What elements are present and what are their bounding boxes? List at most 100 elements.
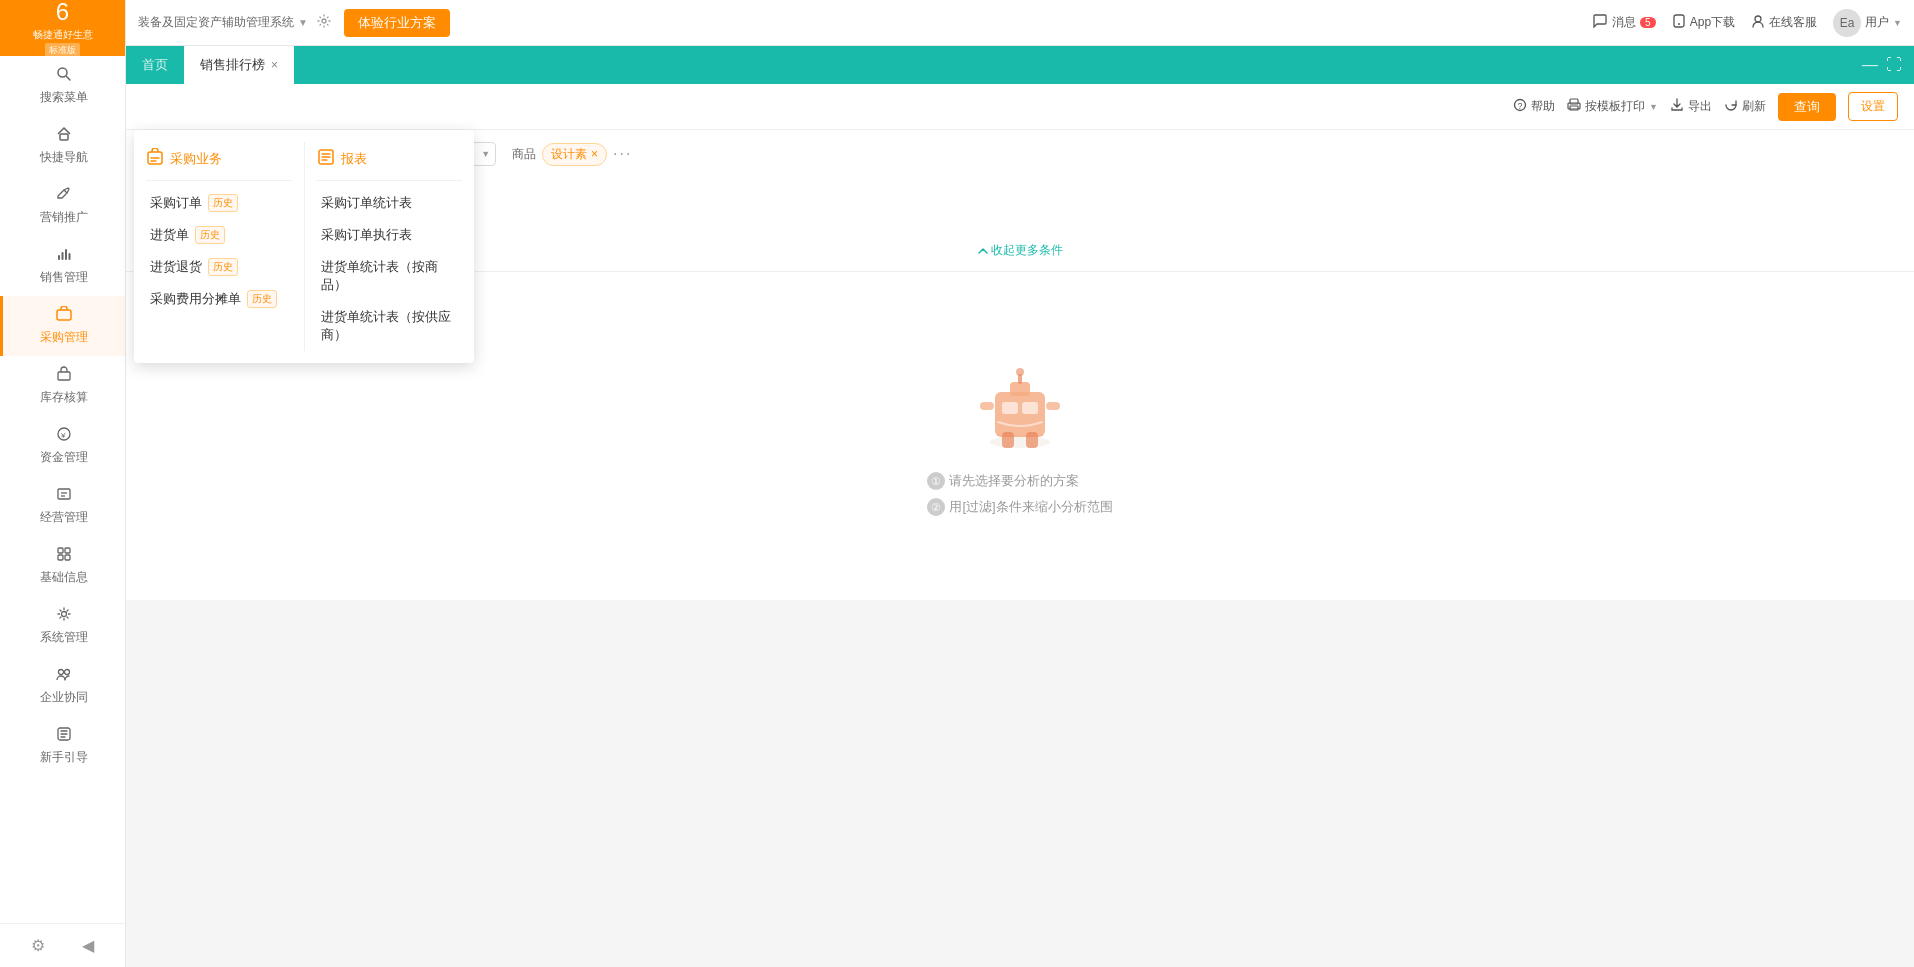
solution-button[interactable]: 体验行业方案 [344, 9, 450, 37]
sidebar-item-quicknav[interactable]: 快捷导航 [0, 116, 125, 176]
purchase-col-title: 采购业务 [170, 150, 222, 168]
purchase-col-header: 采购业务 [146, 142, 292, 181]
sidebar-item-enterprise[interactable]: 企业协同 [0, 656, 125, 716]
message-icon [1592, 13, 1608, 32]
help-icon: ? [1513, 98, 1527, 115]
refresh-btn[interactable]: 刷新 [1724, 98, 1766, 115]
svg-rect-30 [1570, 106, 1578, 110]
svg-rect-14 [58, 548, 63, 553]
user-label: 用户 [1865, 14, 1889, 31]
sidebar-item-label: 销售管理 [40, 269, 88, 286]
svg-line-1 [67, 77, 71, 81]
sidebar-item-operations[interactable]: 经营管理 [0, 476, 125, 536]
menu-item-incoming[interactable]: 进货单 历史 [146, 219, 292, 251]
tab-close-icon[interactable]: × [271, 58, 278, 72]
search-nav-icon [56, 66, 72, 86]
export-btn[interactable]: 导出 [1670, 98, 1712, 115]
svg-rect-11 [58, 489, 70, 499]
toolbar: ? 帮助 按模板打印 ▼ 导出 刷新 查询 设置 [126, 84, 1914, 130]
system-title-area[interactable]: 装备及固定资产辅助管理系统 ▼ [138, 14, 308, 31]
reports-col-header: 报表 [317, 142, 463, 181]
sidebar-item-basic[interactable]: 基础信息 [0, 536, 125, 596]
sidebar-item-label: 营销推广 [40, 209, 88, 226]
sidebar-item-newbie[interactable]: 新手引导 [0, 716, 125, 776]
svg-rect-7 [57, 310, 71, 320]
svg-text:?: ? [1518, 101, 1523, 111]
svg-point-24 [1678, 23, 1680, 25]
goods-more-btn[interactable]: ··· [613, 145, 632, 163]
goods-label: 商品 [512, 146, 536, 163]
svg-rect-8 [58, 372, 70, 380]
purchase-business-col: 采购业务 采购订单 历史 进货单 历史 进货退货 历史 采购费用分摊单 历史 [134, 142, 304, 351]
svg-rect-32 [995, 392, 1045, 437]
sidebar-item-finance[interactable]: ¥ 资金管理 [0, 416, 125, 476]
sidebar-item-sales[interactable]: 销售管理 [0, 236, 125, 296]
tab-actions: — ⛶ [1862, 56, 1914, 74]
menu-item-purchase-order[interactable]: 采购订单 历史 [146, 187, 292, 219]
settings-button[interactable]: 设置 [1848, 92, 1898, 121]
print-icon [1567, 98, 1581, 115]
message-btn[interactable]: 消息 5 [1592, 13, 1656, 32]
reports-col: 报表 采购订单统计表 采购订单执行表 进货单统计表（按商品） 进货单统计表（按供… [304, 142, 475, 351]
menu-item-expense[interactable]: 采购费用分摊单 历史 [146, 283, 292, 315]
svg-point-31 [990, 436, 1050, 448]
query-button[interactable]: 查询 [1778, 93, 1836, 121]
enterprise-icon [56, 666, 72, 686]
svg-rect-41 [1026, 432, 1038, 448]
sidebar-logo: 6 畅捷通好生意 标准版 [0, 0, 125, 56]
sidebar-settings-icon[interactable]: ⚙ [31, 936, 45, 955]
menu-item-return[interactable]: 进货退货 历史 [146, 251, 292, 283]
home-icon [56, 126, 72, 146]
history-tag-4: 历史 [247, 290, 277, 308]
svg-point-20 [65, 670, 70, 675]
goods-tag-remove[interactable]: × [591, 147, 598, 161]
user-dropdown-icon: ▼ [1893, 18, 1902, 28]
history-tag-2: 历史 [195, 226, 225, 244]
service-btn[interactable]: 在线客服 [1751, 14, 1817, 31]
reports-col-icon [317, 148, 335, 170]
menu-item-goods-stats[interactable]: 进货单统计表（按商品） [317, 251, 463, 301]
empty-icon [960, 352, 1080, 452]
tip-2: 用[过滤]条件来缩小分析范围 [949, 494, 1112, 520]
logo-title: 畅捷通好生意 [33, 28, 93, 42]
marketing-icon [56, 186, 72, 206]
svg-point-25 [1755, 16, 1761, 22]
tab-sales-ranking-label: 销售排行榜 [200, 56, 265, 74]
menu-item-order-exec[interactable]: 采购订单执行表 [317, 219, 463, 251]
menu-item-order-stats[interactable]: 采购订单统计表 [317, 187, 463, 219]
menu-item-supplier-stats[interactable]: 进货单统计表（按供应商） [317, 301, 463, 351]
user-area[interactable]: Ea 用户 ▼ [1833, 9, 1902, 37]
sidebar-item-purchase[interactable]: 采购管理 [0, 296, 125, 356]
expense-label: 采购费用分摊单 [150, 290, 241, 308]
app-download-btn[interactable]: App下载 [1672, 14, 1735, 31]
tab-sales-ranking[interactable]: 销售排行榜 × [184, 46, 294, 84]
incoming-label: 进货单 [150, 226, 189, 244]
message-label: 消息 [1612, 14, 1636, 31]
fullscreen-icon[interactable]: ⛶ [1886, 56, 1902, 74]
sidebar-item-stock[interactable]: 库存核算 [0, 356, 125, 416]
history-tag-1: 历史 [208, 194, 238, 212]
return-label: 进货退货 [150, 258, 202, 276]
history-tag-3: 历史 [208, 258, 238, 276]
minimize-icon[interactable]: — [1862, 56, 1878, 74]
sidebar-collapse-icon[interactable]: ◀ [82, 936, 94, 955]
tab-home[interactable]: 首页 [126, 46, 184, 84]
sidebar-item-label: 搜索菜单 [40, 89, 88, 106]
stock-icon [56, 366, 72, 386]
basic-icon [56, 546, 72, 566]
sidebar-item-label: 系统管理 [40, 629, 88, 646]
sidebar-item-label: 资金管理 [40, 449, 88, 466]
collapse-btn[interactable]: 收起更多条件 [977, 242, 1063, 259]
settings-icon[interactable] [316, 13, 332, 33]
sidebar-item-system[interactable]: 系统管理 [0, 596, 125, 656]
sidebar-item-label: 基础信息 [40, 569, 88, 586]
print-btn[interactable]: 按模板打印 ▼ [1567, 98, 1658, 115]
sidebar-item-label: 经营管理 [40, 509, 88, 526]
svg-rect-16 [58, 555, 63, 560]
help-btn[interactable]: ? 帮助 [1513, 98, 1555, 115]
purchase-icon [56, 306, 72, 326]
sidebar-item-search[interactable]: 搜索菜单 [0, 56, 125, 116]
service-label: 在线客服 [1769, 14, 1817, 31]
sidebar-item-marketing[interactable]: 营销推广 [0, 176, 125, 236]
dropdown-columns: 采购业务 采购订单 历史 进货单 历史 进货退货 历史 采购费用分摊单 历史 [134, 142, 474, 351]
